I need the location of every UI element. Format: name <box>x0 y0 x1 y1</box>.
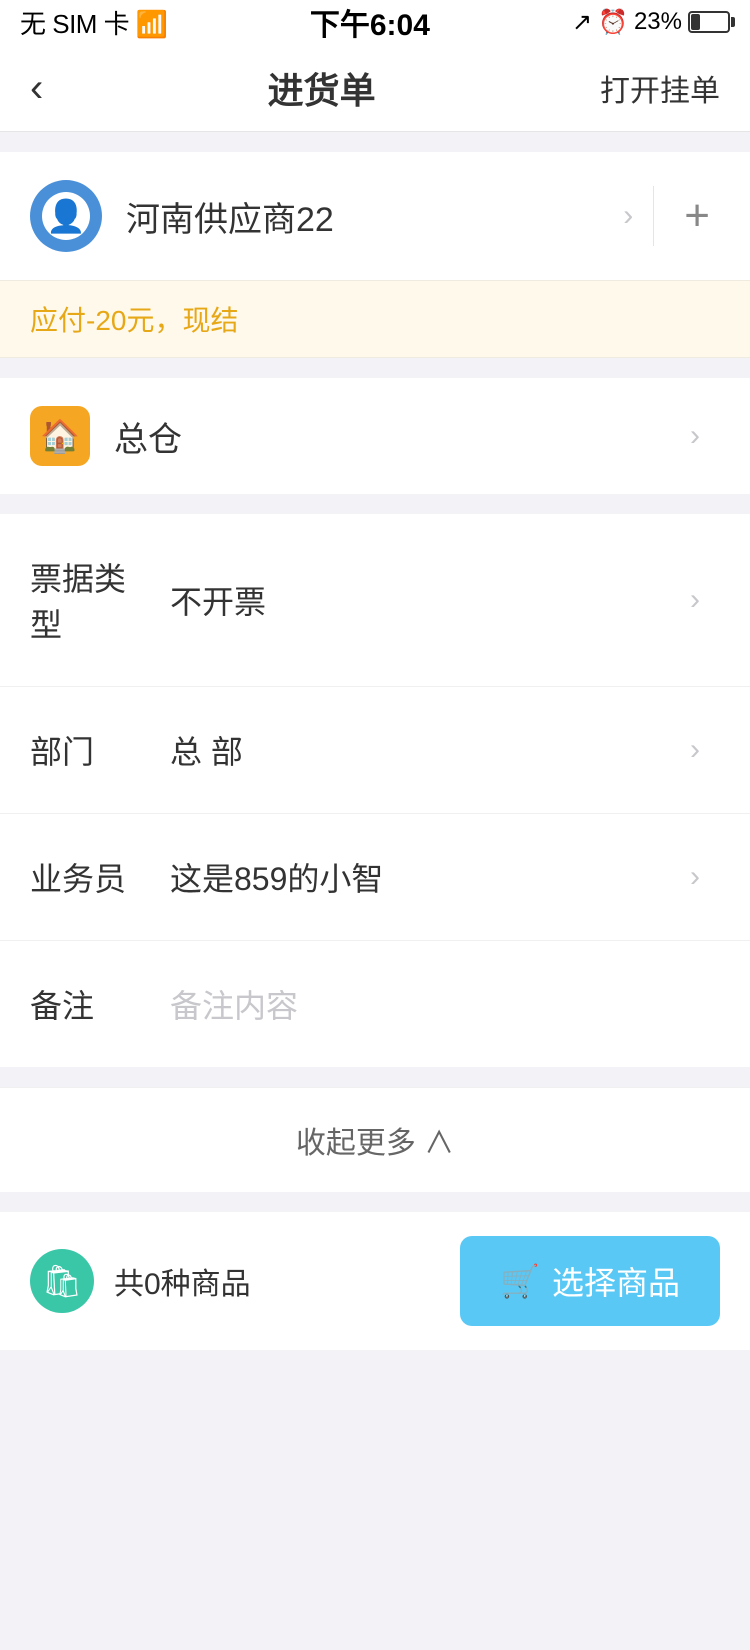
dept-label: 部门 <box>30 727 150 773</box>
nav-bar: ‹ 进货单 打开挂单 <box>0 44 750 132</box>
status-signal: 无 SIM 卡 📶 <box>20 4 168 41</box>
page-title: 进货单 <box>268 62 376 114</box>
supplier-chevron-icon: › <box>623 199 633 233</box>
select-label: 选择商品 <box>552 1258 680 1304</box>
select-product-button[interactable]: 🛒 选择商品 <box>460 1236 720 1326</box>
warehouse-section: 🏠 总仓 › <box>0 378 750 494</box>
supplier-section: 👤 河南供应商22 › + 应付-20元，现结 <box>0 152 750 358</box>
note-placeholder: 备注内容 <box>170 981 720 1027</box>
warehouse-chevron-icon: › <box>690 419 700 453</box>
note-label: 备注 <box>30 981 150 1027</box>
gray-background <box>0 1350 750 1650</box>
dept-chevron-icon: › <box>690 733 700 767</box>
dept-value: 总 部 <box>170 727 690 773</box>
invoice-row[interactable]: 票据类型 不开票 › <box>0 514 750 687</box>
content: 👤 河南供应商22 › + 应付-20元，现结 🏠 总仓 › 票据类型 不开票 … <box>0 152 750 1650</box>
battery-percent: 23% <box>634 8 682 36</box>
status-time: 下午6:04 <box>310 0 430 44</box>
staff-chevron-icon: › <box>690 860 700 894</box>
warehouse-icon: 🏠 <box>30 406 90 466</box>
warehouse-name: 总仓 <box>114 412 690 461</box>
product-icon: 🛍 <box>30 1249 94 1313</box>
invoice-label: 票据类型 <box>30 554 150 646</box>
status-right: ↗ ⏰ 23% <box>572 8 730 37</box>
supplier-name: 河南供应商22 <box>126 192 623 241</box>
avatar-inner: 👤 <box>42 192 90 240</box>
staff-row[interactable]: 业务员 这是859的小智 › <box>0 814 750 941</box>
notice-text: 应付-20元，现结 <box>30 305 238 336</box>
cart-small-icon: 🛍 <box>42 1262 83 1300</box>
supplier-row[interactable]: 👤 河南供应商22 › + <box>0 152 750 280</box>
warehouse-row[interactable]: 🏠 总仓 › <box>0 378 750 494</box>
divider <box>653 186 654 246</box>
back-button[interactable]: ‹ <box>30 68 43 108</box>
invoice-value: 不开票 <box>170 577 690 623</box>
notice-bar: 应付-20元，现结 <box>0 280 750 358</box>
person-icon: 👤 <box>46 197 86 235</box>
invoice-chevron-icon: › <box>690 583 700 617</box>
add-supplier-button[interactable]: + <box>674 191 720 241</box>
open-pending-button[interactable]: 打开挂单 <box>600 66 720 110</box>
location-icon: ↗ <box>572 8 592 37</box>
form-section: 票据类型 不开票 › 部门 总 部 › 业务员 这是859的小智 › 备注 备注… <box>0 514 750 1067</box>
product-count: 共0种商品 <box>114 1259 440 1303</box>
bottom-bar: 🛍 共0种商品 🛒 选择商品 <box>0 1212 750 1350</box>
staff-value: 这是859的小智 <box>170 854 690 900</box>
staff-label: 业务员 <box>30 854 150 900</box>
select-icon: 🛒 <box>500 1262 540 1300</box>
note-row[interactable]: 备注 备注内容 <box>0 941 750 1067</box>
collapse-bar[interactable]: 收起更多 ∧ <box>0 1087 750 1192</box>
collapse-label: 收起更多 ∧ <box>296 1118 454 1162</box>
alarm-icon: ⏰ <box>598 8 628 37</box>
dept-row[interactable]: 部门 总 部 › <box>0 687 750 814</box>
status-bar: 无 SIM 卡 📶 下午6:04 ↗ ⏰ 23% <box>0 0 750 44</box>
battery-icon <box>688 11 730 33</box>
supplier-avatar: 👤 <box>30 180 102 252</box>
